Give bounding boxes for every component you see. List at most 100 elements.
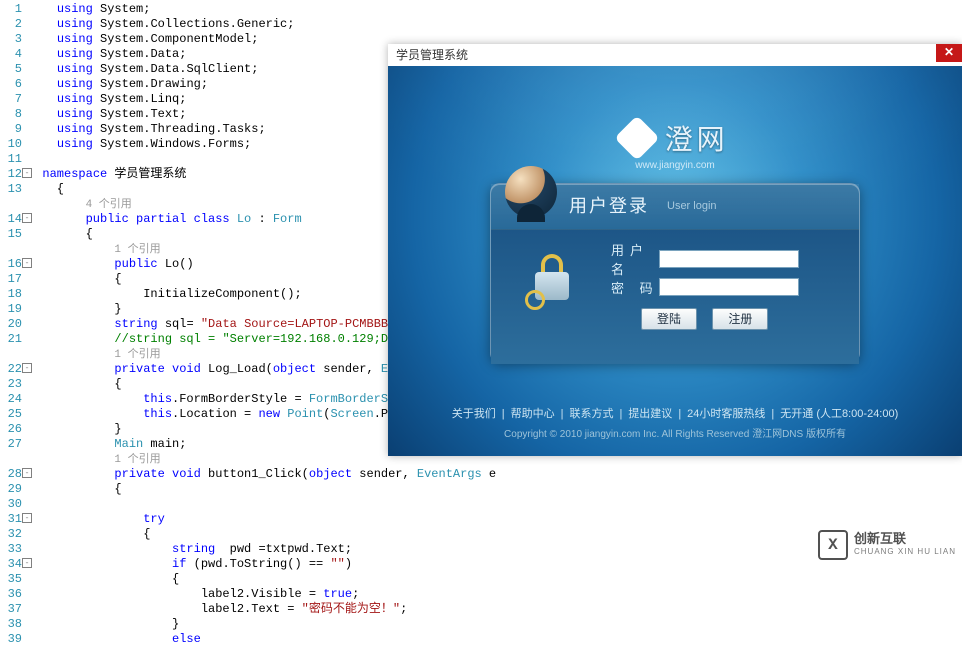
login-body: 澄网 www.jiangyin.com 用户登录 User login 用户名 … xyxy=(388,66,962,456)
footer-link[interactable]: 24小时客服热线 xyxy=(687,408,765,420)
button-row: 登陆 注册 xyxy=(641,308,780,330)
login-panel: 用户登录 User login 用户名 密 码 登陆 注册 xyxy=(490,183,860,363)
line-number: 7 xyxy=(0,92,22,107)
line-number: 5 xyxy=(0,62,22,77)
line-number: 3 xyxy=(0,32,22,47)
password-label: 密 码 xyxy=(611,278,659,297)
line-number: 19 xyxy=(0,302,22,317)
line-number: 22 xyxy=(0,362,22,377)
footer-link[interactable]: 无开通 (人工8:00-24:00) xyxy=(780,408,898,420)
line-number: 28 xyxy=(0,467,22,482)
line-number xyxy=(0,347,22,362)
code-line[interactable]: using System.Collections.Generic; xyxy=(28,17,962,32)
username-label: 用户名 xyxy=(611,240,659,278)
line-number-gutter: 1234567891011121314151617181920212223242… xyxy=(0,0,28,566)
line-number: 38 xyxy=(0,617,22,632)
logo-icon xyxy=(615,115,660,160)
code-line[interactable] xyxy=(28,497,962,512)
line-number: 33 xyxy=(0,542,22,557)
line-number: 32 xyxy=(0,527,22,542)
line-number: 39 xyxy=(0,632,22,647)
line-number: 26 xyxy=(0,422,22,437)
panel-title: 用户登录 xyxy=(569,192,649,218)
login-window: 学员管理系统 ✕ 澄网 www.jiangyin.com 用户登录 User l… xyxy=(388,44,962,456)
fold-toggle[interactable]: - xyxy=(22,213,32,223)
line-number: 34 xyxy=(0,557,22,572)
username-input[interactable] xyxy=(659,250,799,268)
watermark-logo-icon: X xyxy=(818,530,848,560)
line-number: 11 xyxy=(0,152,22,167)
panel-header: 用户登录 User login xyxy=(491,184,859,230)
footer-link[interactable]: 帮助中心 xyxy=(511,408,555,420)
line-number: 14 xyxy=(0,212,22,227)
code-line[interactable]: else xyxy=(28,632,962,647)
line-number: 27 xyxy=(0,437,22,452)
line-number: 25 xyxy=(0,407,22,422)
line-number xyxy=(0,197,22,212)
fold-toggle[interactable]: - xyxy=(22,168,32,178)
fold-toggle[interactable]: - xyxy=(22,258,32,268)
code-line[interactable]: { xyxy=(28,572,962,587)
code-line[interactable]: using System; xyxy=(28,2,962,17)
avatar-icon xyxy=(505,166,557,218)
line-number: 37 xyxy=(0,602,22,617)
title-bar[interactable]: 学员管理系统 ✕ xyxy=(388,44,962,66)
register-button[interactable]: 注册 xyxy=(712,308,768,330)
logo-text: 澄网 xyxy=(665,118,729,158)
line-number: 17 xyxy=(0,272,22,287)
window-title: 学员管理系统 xyxy=(396,48,468,62)
code-line[interactable]: { xyxy=(28,482,962,497)
login-button[interactable]: 登陆 xyxy=(641,308,697,330)
line-number xyxy=(0,452,22,467)
code-line[interactable]: - private void button1_Click(object send… xyxy=(28,467,962,482)
line-number: 21 xyxy=(0,332,22,347)
line-number: 9 xyxy=(0,122,22,137)
line-number: 13 xyxy=(0,182,22,197)
login-footer: 关于我们|帮助中心|联系方式|提出建议|24小时客服热线|无开通 (人工8:00… xyxy=(388,405,962,440)
line-number: 10 xyxy=(0,137,22,152)
code-line[interactable]: label2.Text = "密码不能为空！"; xyxy=(28,602,962,617)
close-icon: ✕ xyxy=(944,45,954,59)
line-number: 1 xyxy=(0,2,22,17)
line-number: 2 xyxy=(0,17,22,32)
line-number: 23 xyxy=(0,377,22,392)
footer-link[interactable]: 提出建议 xyxy=(628,408,672,420)
line-number xyxy=(0,242,22,257)
watermark-text: 创新互联 CHUANG XIN HU LIAN xyxy=(854,532,956,558)
line-number: 31 xyxy=(0,512,22,527)
footer-link[interactable]: 联系方式 xyxy=(569,408,613,420)
watermark: X 创新互联 CHUANG XIN HU LIAN xyxy=(818,530,956,560)
line-number: 4 xyxy=(0,47,22,62)
username-row: 用户名 xyxy=(611,248,799,270)
line-number: 6 xyxy=(0,77,22,92)
panel-body: 用户名 密 码 登陆 注册 xyxy=(491,230,859,364)
footer-link[interactable]: 关于我们 xyxy=(452,408,496,420)
line-number: 15 xyxy=(0,227,22,242)
password-input[interactable] xyxy=(659,278,799,296)
line-number: 8 xyxy=(0,107,22,122)
close-button[interactable]: ✕ xyxy=(936,44,962,62)
line-number: 18 xyxy=(0,287,22,302)
line-number: 35 xyxy=(0,572,22,587)
fold-toggle[interactable]: - xyxy=(22,558,32,568)
logo-area: 澄网 www.jiangyin.com xyxy=(388,118,962,171)
line-number: 24 xyxy=(0,392,22,407)
fold-toggle[interactable]: - xyxy=(22,363,32,373)
line-number: 29 xyxy=(0,482,22,497)
code-line[interactable]: } xyxy=(28,617,962,632)
fold-toggle[interactable]: - xyxy=(22,513,32,523)
line-number: 12 xyxy=(0,167,22,182)
line-number: 16 xyxy=(0,257,22,272)
code-line[interactable]: - try xyxy=(28,512,962,527)
copyright: Copyright © 2010 jiangyin.com Inc. All R… xyxy=(388,425,962,440)
panel-title-en: User login xyxy=(667,200,717,212)
line-number: 30 xyxy=(0,497,22,512)
line-number: 36 xyxy=(0,587,22,602)
logo-subtext: www.jiangyin.com xyxy=(388,160,962,171)
footer-links: 关于我们|帮助中心|联系方式|提出建议|24小时客服热线|无开通 (人工8:00… xyxy=(388,405,962,421)
fold-toggle[interactable]: - xyxy=(22,468,32,478)
password-row: 密 码 xyxy=(611,276,799,298)
line-number: 20 xyxy=(0,317,22,332)
lock-icon xyxy=(535,256,571,300)
code-line[interactable]: label2.Visible = true; xyxy=(28,587,962,602)
